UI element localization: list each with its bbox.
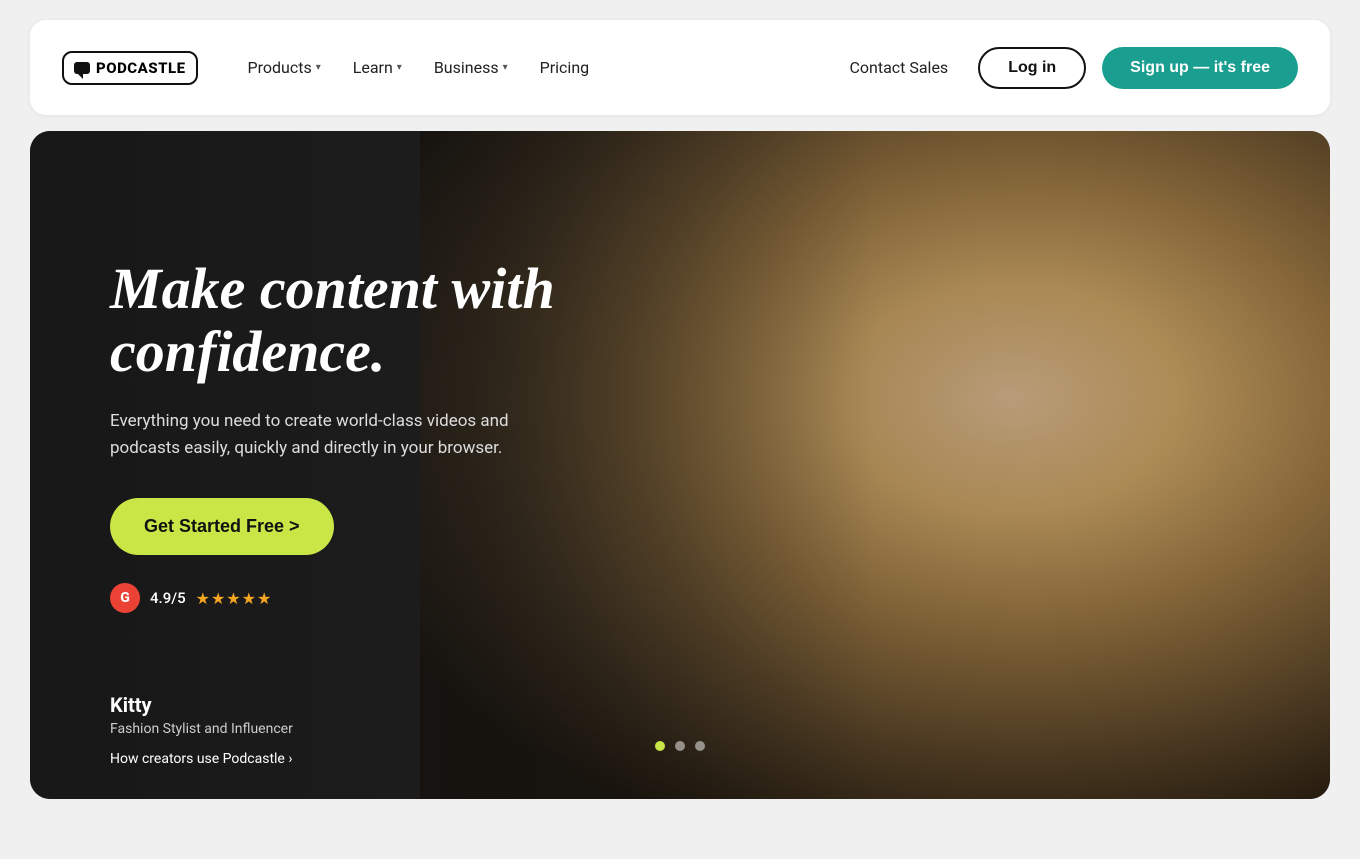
hero-section: Make content with confidence. Everything… <box>30 131 1330 799</box>
person-name: Kitty <box>110 693 293 717</box>
carousel-dot-2[interactable] <box>675 741 685 751</box>
nav-links: Products ▾ Learn ▾ Business ▾ Pricing <box>234 50 604 85</box>
g2-badge: G <box>110 583 140 613</box>
person-role: Fashion Stylist and Influencer <box>110 721 293 737</box>
carousel-dot-3[interactable] <box>695 741 705 751</box>
navbar-right: Contact Sales Log in Sign up — it's free <box>835 47 1298 89</box>
nav-learn[interactable]: Learn ▾ <box>339 50 416 85</box>
nav-pricing-label: Pricing <box>540 58 590 77</box>
contact-sales-link[interactable]: Contact Sales <box>835 50 962 85</box>
carousel-dots <box>655 741 705 751</box>
get-started-button[interactable]: Get Started Free > <box>110 498 334 555</box>
rating-score: 4.9/5 <box>150 589 186 607</box>
nav-products[interactable]: Products ▾ <box>234 50 335 85</box>
chevron-down-icon: ▾ <box>503 62 508 73</box>
nav-business-label: Business <box>434 58 499 77</box>
hero-footer: Kitty Fashion Stylist and Influencer How… <box>110 693 293 767</box>
navbar-left: PODCASTLE Products ▾ Learn ▾ Business ▾ … <box>62 50 603 85</box>
login-button[interactable]: Log in <box>978 47 1086 89</box>
nav-pricing[interactable]: Pricing <box>526 50 604 85</box>
chevron-down-icon: ▾ <box>316 62 321 73</box>
logo-icon <box>74 62 90 74</box>
logo-text: PODCASTLE <box>96 59 186 77</box>
signup-button[interactable]: Sign up — it's free <box>1102 47 1298 89</box>
nav-products-label: Products <box>248 58 312 77</box>
carousel-dot-1[interactable] <box>655 741 665 751</box>
star-rating: ★★★★★ <box>196 589 273 608</box>
logo[interactable]: PODCASTLE <box>62 51 198 85</box>
nav-learn-label: Learn <box>353 58 393 77</box>
hero-title: Make content with confidence. <box>110 257 650 385</box>
navbar: PODCASTLE Products ▾ Learn ▾ Business ▾ … <box>30 20 1330 115</box>
chevron-down-icon: ▾ <box>397 62 402 73</box>
nav-business[interactable]: Business ▾ <box>420 50 522 85</box>
rating-row: G 4.9/5 ★★★★★ <box>110 583 650 613</box>
hero-subtitle: Everything you need to create world-clas… <box>110 408 570 462</box>
creators-link[interactable]: How creators use Podcastle › <box>110 751 293 767</box>
